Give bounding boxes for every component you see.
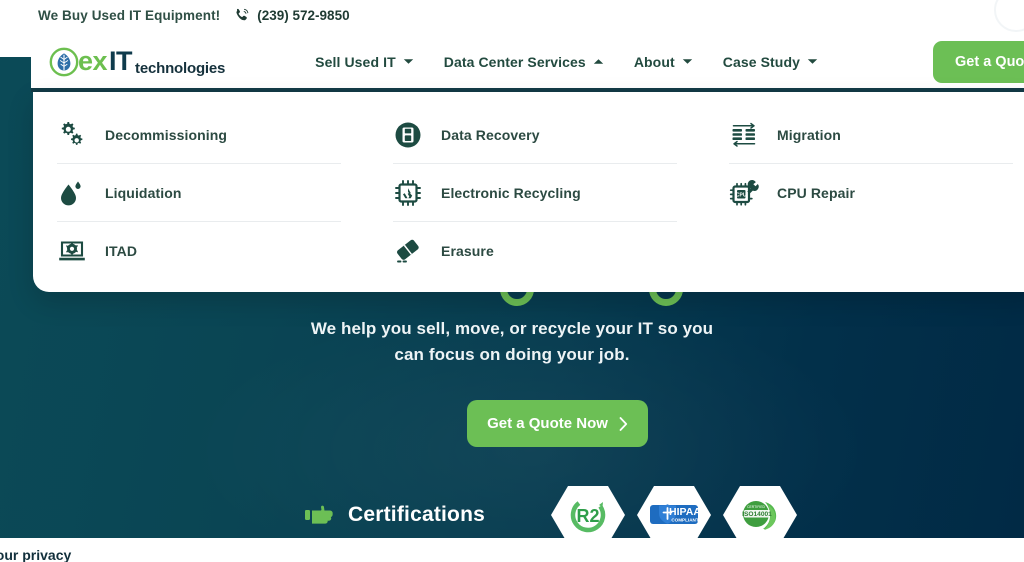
hero-get-a-quote-now-button[interactable]: Get a Quote Now xyxy=(467,400,648,447)
svg-text:R2: R2 xyxy=(576,506,599,526)
phone-number: (239) 572-9850 xyxy=(257,7,350,23)
dropdown-item-label: Decommissioning xyxy=(105,126,228,143)
header-get-a-quote-button[interactable]: Get a Quote xyxy=(933,41,1024,83)
laptop-gear-icon xyxy=(57,236,87,266)
svg-text:CPU: CPU xyxy=(736,192,747,198)
eraser-icon xyxy=(393,236,423,266)
chevron-right-icon xyxy=(619,416,628,431)
footer-peek-text: your privacy xyxy=(0,548,72,562)
logo-text-technologies: technologies xyxy=(135,59,226,77)
site-logo[interactable]: ex IT technologies xyxy=(49,47,225,77)
hero-subheading-line-2: can focus on doing your job. xyxy=(394,345,630,364)
certification-badges: R2 HIPAA COMPLIANT ISO14001 CERTIFIED xyxy=(549,484,799,546)
svg-text:HIPAA: HIPAA xyxy=(669,506,701,518)
badge-hipaa[interactable]: HIPAA COMPLIANT xyxy=(635,484,713,546)
dropdown-item-label: ITAD xyxy=(105,243,138,259)
certifications-bar: Certifications R2 HIPAA COMPLIANT ISO140… xyxy=(0,486,1024,544)
dropdown-item-label: Data Recovery xyxy=(441,126,540,143)
chevron-up-icon xyxy=(593,59,604,64)
dropdown-item-itad[interactable]: ITAD xyxy=(57,222,341,280)
dropdown-item-erasure[interactable]: Erasure xyxy=(393,222,677,280)
dropdown-item-data-recovery[interactable]: Data Recovery xyxy=(393,106,677,164)
nav-item-data-center-services[interactable]: Data Center Services xyxy=(444,54,604,70)
dropdown-item-decommissioning[interactable]: Decommissioning xyxy=(57,106,341,164)
chip-recycle-icon xyxy=(393,178,423,208)
top-announcement-bar: We Buy Used IT Equipment! (239) 572-9850 xyxy=(0,0,1024,32)
pointing-hand-icon xyxy=(305,505,333,524)
dropdown-item-cpu-repair[interactable]: CPU CPU Repair xyxy=(729,164,1013,222)
badge-r2[interactable]: R2 xyxy=(549,484,627,546)
leaf-circle-logo-icon xyxy=(49,47,79,76)
badge-iso14001[interactable]: ISO14001 CERTIFIED xyxy=(721,484,799,546)
nav-label: Sell Used IT xyxy=(315,53,396,70)
chevron-down-icon xyxy=(403,59,413,64)
nav-item-case-study[interactable]: Case Study xyxy=(723,54,818,70)
dropdown-column-3: Migration CPU CPU Repair xyxy=(703,106,1024,284)
site-header: ex IT technologies Sell Used IT Data Cen… xyxy=(31,32,1024,91)
certifications-title: Certifications xyxy=(348,503,485,526)
svg-text:COMPLIANT: COMPLIANT xyxy=(671,518,698,523)
nav-item-sell-used-it[interactable]: Sell Used IT xyxy=(315,54,414,70)
hero-subheading-line-1: We help you sell, move, or recycle your … xyxy=(310,319,714,338)
dropdown-item-liquidation[interactable]: Liquidation xyxy=(57,164,341,222)
svg-text:CERTIFIED: CERTIFIED xyxy=(747,505,765,509)
disk-circle-icon xyxy=(393,120,423,150)
nav-label: Data Center Services xyxy=(443,53,586,70)
droplets-icon xyxy=(57,178,87,208)
server-transfer-icon xyxy=(729,120,759,150)
gears-icon xyxy=(57,120,87,150)
dropdown-item-label: Erasure xyxy=(441,243,494,259)
promo-text: We Buy Used IT Equipment! xyxy=(38,7,221,23)
footer-peek-text-wrap: your privacy xyxy=(0,548,300,562)
dropdown-item-label: Liquidation xyxy=(105,184,182,201)
hero-subheading: We help you sell, move, or recycle your … xyxy=(0,316,1024,368)
phone-icon xyxy=(236,8,249,21)
dropdown-item-label: Electronic Recycling xyxy=(441,184,581,201)
chevron-down-icon xyxy=(682,59,692,64)
certifications-label-group: Certifications xyxy=(305,503,485,527)
dropdown-item-electronic-recycling[interactable]: Electronic Recycling xyxy=(393,164,677,222)
main-navigation: Sell Used IT Data Center Services About … xyxy=(315,54,818,70)
dropdown-column-1: Decommissioning Liquidation ITAD xyxy=(33,106,367,284)
logo-text-ex: ex xyxy=(78,46,108,76)
dropdown-item-label: CPU Repair xyxy=(777,185,856,201)
nav-label: About xyxy=(633,53,675,70)
cpu-wrench-icon: CPU xyxy=(729,178,759,208)
decorative-circle xyxy=(994,0,1024,32)
logo-text-it: IT xyxy=(109,46,133,76)
phone-link[interactable]: (239) 572-9850 xyxy=(234,7,350,23)
dropdown-column-2: Data Recovery Electronic Recycling Erasu… xyxy=(367,106,703,284)
nav-label: Case Study xyxy=(722,53,800,70)
dropdown-item-migration[interactable]: Migration xyxy=(729,106,1013,164)
hero-cta-label: Get a Quote Now xyxy=(487,415,608,432)
page-root: We help you sell, move, or recycle your … xyxy=(0,0,1024,562)
top-announcement-inner: We Buy Used IT Equipment! (239) 572-9850 xyxy=(38,7,350,23)
dropdown-item-label: Migration xyxy=(777,126,841,143)
svg-text:ISO14001: ISO14001 xyxy=(742,511,772,518)
chevron-down-icon xyxy=(807,59,818,64)
nav-item-about[interactable]: About xyxy=(634,54,693,70)
data-center-services-dropdown: Decommissioning Liquidation ITAD Data Re… xyxy=(33,92,1024,292)
dropdown-column-3-spacer xyxy=(729,222,1013,280)
